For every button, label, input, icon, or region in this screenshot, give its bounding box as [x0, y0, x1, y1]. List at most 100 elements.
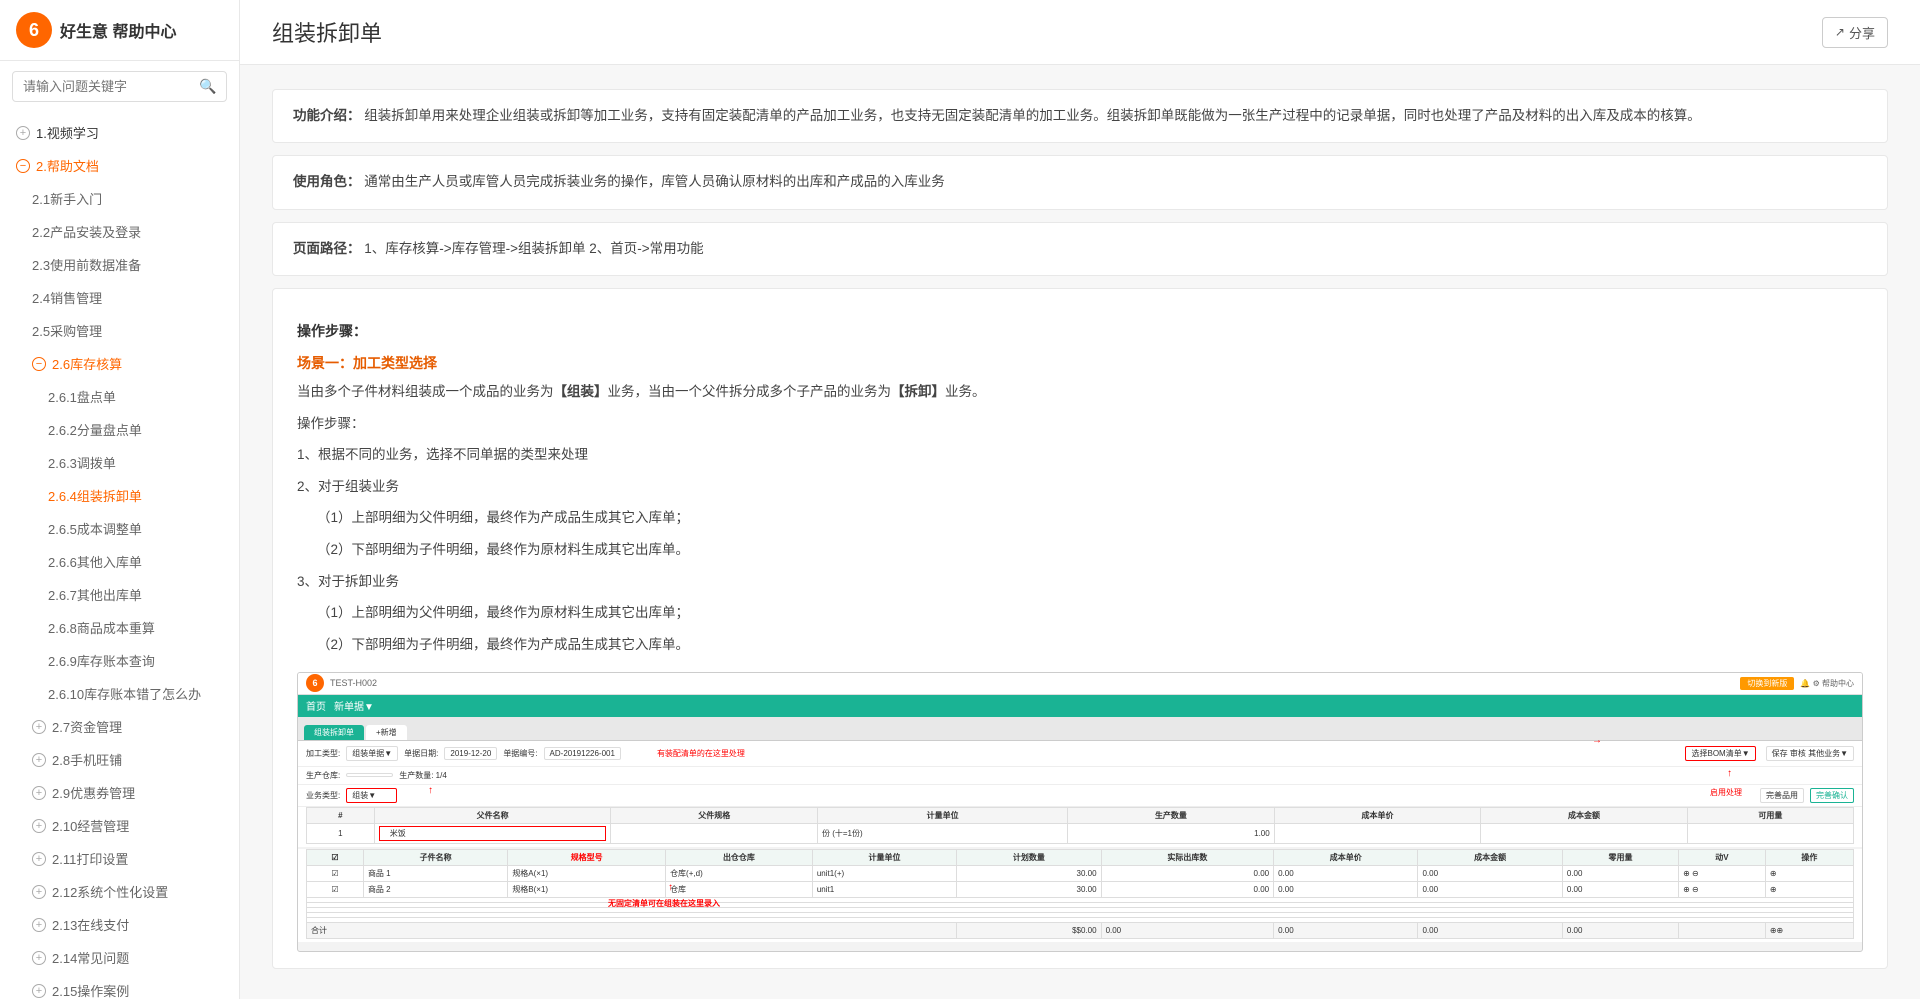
lft-sum-label: 合计	[307, 922, 957, 938]
logo-text: 好生意 帮助中心	[60, 18, 176, 42]
sidebar-item-label: 2.2产品安装及登录	[32, 222, 141, 241]
sidebar-item-customize[interactable]: + 2.12系统个性化设置	[0, 875, 239, 908]
sidebar-item-label: 2.帮助文档	[36, 156, 99, 175]
steps-intro: 操作步骤：	[297, 411, 1863, 437]
lft-sum-qty: $$0.00	[957, 922, 1101, 938]
ltd-avail-2: 0.00	[1562, 881, 1678, 897]
sidebar-item-mobile[interactable]: + 2.8手机旺铺	[0, 743, 239, 776]
sidebar-item-print[interactable]: + 2.11打印设置	[0, 842, 239, 875]
lft-sum-actual: 0.00	[1101, 922, 1274, 938]
lft-sum-total: 0.00	[1418, 922, 1562, 938]
sim-tabs-row: 组装拆卸单 +新增	[298, 717, 1862, 741]
sim-enable-input: 完善品用	[1760, 788, 1804, 803]
sidebar-item-online-pay[interactable]: + 2.13在线支付	[0, 908, 239, 941]
sidebar-item-label: 2.4销售管理	[32, 288, 102, 307]
td-goods: 米饭	[374, 823, 611, 843]
sim-label-date: 单据日期:	[404, 748, 438, 759]
sidebar-item-other-out[interactable]: 2.6.7其他出库单	[0, 578, 239, 611]
step3-sub1: （1）上部明细为父件明细，最终作为原材料生成其它出库单；	[297, 600, 1863, 626]
ltd-name-2: 商品 2	[363, 881, 507, 897]
sim-toggle-row: 业务类型: 组装▼ 启用处理 完善品用 完善确认	[298, 785, 1862, 807]
td-unit: 份 (十=1份)	[818, 823, 1068, 843]
sidebar-item-faq[interactable]: + 2.14常见问题	[0, 941, 239, 974]
search-input[interactable]	[23, 79, 199, 94]
sim-goods-input: 米饭	[379, 826, 607, 841]
lft-sum-cost: 0.00	[1274, 922, 1418, 938]
expand-icon: +	[32, 819, 46, 833]
th-cost: 成本单价	[1274, 807, 1481, 823]
sidebar-item-other-in[interactable]: 2.6.6其他入库单	[0, 545, 239, 578]
sim-label-type: 加工类型:	[306, 748, 340, 759]
sidebar-item-inventory[interactable]: − 2.6库存核算	[0, 347, 239, 380]
expand-icon: +	[16, 126, 30, 140]
search-box[interactable]: 🔍	[12, 71, 227, 102]
sidebar-item-cost-adjust[interactable]: 2.6.5成本调整单	[0, 512, 239, 545]
sidebar-item-sales[interactable]: 2.4销售管理	[0, 281, 239, 314]
ltd-unit-2: unit1	[812, 881, 956, 897]
sim-warehouse-input	[346, 773, 393, 777]
sidebar-item-docs[interactable]: − 2.帮助文档	[0, 149, 239, 182]
td-cost	[1274, 823, 1481, 843]
sidebar-item-stock-query[interactable]: 2.6.9库存账本查询	[0, 644, 239, 677]
sidebar-item-data-prep[interactable]: 2.3使用前数据准备	[0, 248, 239, 281]
lth-name: 子件名称	[363, 849, 507, 865]
sidebar-item-finance[interactable]: + 2.7资金管理	[0, 710, 239, 743]
sim-arrow-2: ↑	[428, 785, 433, 796]
ltd-spec-2: 规格B(×1)	[508, 881, 666, 897]
ltd-action-2: ⊕ ⊖	[1679, 881, 1766, 897]
sidebar-item-videos[interactable]: + 1.视频学习	[0, 116, 239, 149]
sidebar-item-label: 2.6.3调拨单	[48, 453, 116, 472]
ltd-ops-2: ⊕	[1765, 881, 1853, 897]
th-available: 可用量	[1687, 807, 1853, 823]
lth-unit: 计量单位	[812, 849, 956, 865]
share-button[interactable]: ↗ 分享	[1822, 17, 1888, 48]
expand-icon: +	[32, 720, 46, 734]
sidebar-item-label: 2.13在线支付	[52, 915, 129, 934]
expand-icon: +	[32, 885, 46, 899]
role-label: 使用角色：	[293, 174, 361, 189]
sim-lower-table-area: ☑ 子件名称 规格型号 出仓仓库 计量单位 计划数量 实际出库数 成本单价 成本…	[298, 849, 1862, 942]
sidebar-item-label: 2.6.6其他入库单	[48, 552, 142, 571]
path-label: 页面路径：	[293, 241, 361, 256]
func-intro-text: 组装拆卸单用来处理企业组装或拆卸等加工业务，支持有固定装配清单的产品加工业务，也…	[364, 108, 1701, 123]
expand-icon: +	[32, 984, 46, 998]
ltd-unit-1: unit1(+)	[812, 865, 956, 881]
logo-icon: 6	[16, 12, 52, 48]
step2-sub2: （2）下部明细为子件明细，最终作为原材料生成其它出库单。	[297, 537, 1863, 563]
lft-sum-avail: 0.00	[1562, 922, 1678, 938]
ltd-actual-1: 0.00	[1101, 865, 1274, 881]
main-header: 组装拆卸单 ↗ 分享	[240, 0, 1920, 65]
sidebar-item-stocktake[interactable]: 2.6.1盘点单	[0, 380, 239, 413]
lth-action: 动V	[1679, 849, 1766, 865]
lth-actual-qty: 实际出库数	[1101, 849, 1274, 865]
ltd-cost-2: 0.00	[1274, 881, 1418, 897]
sidebar-item-label: 1.视频学习	[36, 123, 99, 142]
sidebar-item-split-stock[interactable]: 2.6.2分量盘点单	[0, 413, 239, 446]
role-block: 使用角色： 通常由生产人员或库管人员完成拆装业务的操作，库管人员确认原材料的出库…	[272, 155, 1888, 209]
sidebar-item-cases[interactable]: + 2.15操作案例	[0, 974, 239, 999]
sidebar-item-coupon[interactable]: + 2.9优惠券管理	[0, 776, 239, 809]
search-icon[interactable]: 🔍	[199, 78, 216, 95]
sim-sub-row: 生产仓库: 生产数量: 1/4 组装业务、拆卸业务在这里切换	[298, 767, 1862, 785]
ltd-cost-1: 0.00	[1274, 865, 1418, 881]
sim-upper-table-area: # 父件名称 父件规格 计量单位 生产数量 成本单价 成本金额 可用量	[298, 807, 1862, 847]
main-area: 组装拆卸单 ↗ 分享 功能介绍： 组装拆卸单用来处理企业组装或拆卸等加工业务，支…	[240, 0, 1920, 999]
sidebar-item-purchase[interactable]: 2.5采购管理	[0, 314, 239, 347]
sidebar-item-new-user[interactable]: 2.1新手入门	[0, 182, 239, 215]
sim-upper-table: # 父件名称 父件规格 计量单位 生产数量 成本单价 成本金额 可用量	[306, 807, 1854, 844]
sim-label-qty: 生产数量: 1/4	[399, 770, 447, 781]
sim-label-num: 单据编号:	[503, 748, 537, 759]
collapse-sub-icon: −	[32, 357, 46, 371]
sidebar-item-assembly[interactable]: 2.6.4组装拆卸单	[0, 479, 239, 512]
sidebar-item-account-error[interactable]: 2.6.10库存账本错了怎么办	[0, 677, 239, 710]
lth-avail: 零用量	[1562, 849, 1678, 865]
sidebar-item-transfer[interactable]: 2.6.3调拨单	[0, 446, 239, 479]
sidebar: 6 好生意 帮助中心 🔍 + 1.视频学习 − 2.帮助文档 2.1新手入门 2…	[0, 0, 240, 999]
ltd-name-1: 商品 1	[363, 865, 507, 881]
td-prod-qty: 1.00	[1068, 823, 1275, 843]
td-spec	[611, 823, 818, 843]
sidebar-item-cost-recalc[interactable]: 2.6.8商品成本重算	[0, 611, 239, 644]
sidebar-item-install[interactable]: 2.2产品安装及登录	[0, 215, 239, 248]
sidebar-item-label: 2.6.8商品成本重算	[48, 618, 155, 637]
sidebar-item-operation[interactable]: + 2.10经营管理	[0, 809, 239, 842]
